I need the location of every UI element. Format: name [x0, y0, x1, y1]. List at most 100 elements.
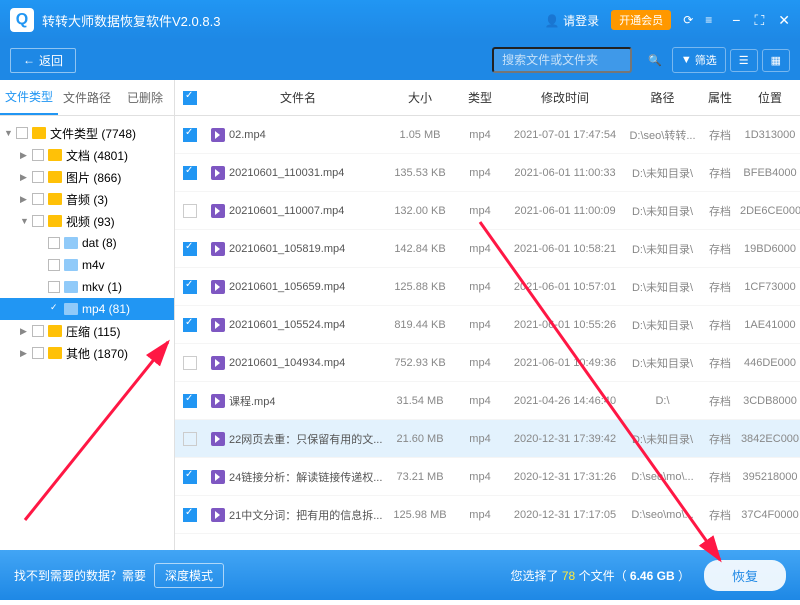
table-row[interactable]: 20210601_105819.mp4 142.84 KB mp4 2021-0… — [175, 230, 800, 268]
selection-summary: 您选择了 78 个文件（ 6.46 GB ） — [511, 567, 690, 584]
col-path[interactable]: 路径 — [625, 89, 700, 106]
tree-checkbox[interactable] — [32, 193, 44, 205]
tree-item[interactable]: ▶ 文档 (4801) — [0, 144, 174, 166]
video-icon — [211, 204, 225, 218]
select-all-checkbox[interactable] — [183, 91, 197, 105]
menu-icon[interactable]: ≡ — [705, 13, 712, 27]
file-pos: BFEB4000 — [740, 167, 800, 179]
tree-checkbox[interactable] — [48, 303, 60, 315]
file-size: 142.84 KB — [385, 243, 455, 255]
table-row[interactable]: 02.mp4 1.05 MB mp4 2021-07-01 17:47:54 D… — [175, 116, 800, 154]
row-checkbox[interactable] — [183, 280, 197, 294]
user-icon[interactable]: 👤 请登录 — [545, 12, 599, 29]
row-checkbox[interactable] — [183, 508, 197, 522]
file-attr: 存档 — [700, 279, 740, 295]
tree-item[interactable]: ▶ 音频 (3) — [0, 188, 174, 210]
tree-checkbox[interactable] — [48, 237, 60, 249]
file-size: 135.53 KB — [385, 167, 455, 179]
row-checkbox[interactable] — [183, 432, 197, 446]
col-date[interactable]: 修改时间 — [505, 89, 625, 106]
file-path: D:\seo\mo\... — [625, 509, 700, 521]
file-name: 20210601_105819.mp4 — [229, 243, 345, 255]
tree-item[interactable]: ▼ 视频 (93) — [0, 210, 174, 232]
file-pos: 1AE41000 — [740, 319, 800, 331]
row-checkbox[interactable] — [183, 242, 197, 256]
file-path: D:\未知目录\ — [625, 165, 700, 181]
col-pos[interactable]: 位置 — [740, 89, 800, 106]
row-checkbox[interactable] — [183, 470, 197, 484]
deep-mode-button[interactable]: 深度模式 — [154, 563, 224, 588]
file-size: 73.21 MB — [385, 471, 455, 483]
video-icon — [211, 280, 225, 294]
file-path: D:\ — [625, 395, 700, 407]
maximize-icon[interactable]: ⛶ — [754, 12, 764, 29]
back-button[interactable]: ← 返回 — [10, 48, 76, 73]
tree-checkbox[interactable] — [48, 281, 60, 293]
table-row[interactable]: 课程.mp4 31.54 MB mp4 2021-04-26 14:46:40 … — [175, 382, 800, 420]
table-row[interactable]: 20210601_105659.mp4 125.88 KB mp4 2021-0… — [175, 268, 800, 306]
tree-item[interactable]: ▼ 文件类型 (7748) — [0, 122, 174, 144]
row-checkbox[interactable] — [183, 204, 197, 218]
file-pos: 2DE6CE000 — [740, 205, 800, 217]
view-grid-icon[interactable]: ▦ — [762, 49, 790, 72]
search-icon[interactable]: 🔍 — [642, 50, 668, 71]
tree-checkbox[interactable] — [32, 347, 44, 359]
file-pos: 3842EC000 — [740, 433, 800, 445]
tree-item[interactable]: mkv (1) — [0, 276, 174, 298]
row-checkbox[interactable] — [183, 356, 197, 370]
file-pos: 446DE000 — [740, 357, 800, 369]
table-row[interactable]: 22网页去重：只保留有用的文... 21.60 MB mp4 2020-12-3… — [175, 420, 800, 458]
refresh-icon[interactable]: ⟳ — [683, 13, 693, 27]
filter-button[interactable]: ▼ 筛选 — [672, 47, 726, 73]
table-row[interactable]: 21中文分词：把有用的信息拆... 125.98 MB mp4 2020-12-… — [175, 496, 800, 534]
tree-checkbox[interactable] — [16, 127, 28, 139]
recover-button[interactable]: 恢复 — [704, 560, 786, 591]
tree-item[interactable]: m4v — [0, 254, 174, 276]
view-list-icon[interactable]: ☰ — [730, 49, 758, 72]
tab-deleted[interactable]: 已删除 — [116, 80, 174, 115]
file-tree: ▼ 文件类型 (7748)▶ 文档 (4801)▶ 图片 (866)▶ 音频 (… — [0, 116, 174, 550]
tree-checkbox[interactable] — [32, 325, 44, 337]
table-row[interactable]: 20210601_104934.mp4 752.93 KB mp4 2021-0… — [175, 344, 800, 382]
tab-file-type[interactable]: 文件类型 — [0, 80, 58, 115]
file-name: 22网页去重：只保留有用的文... — [229, 431, 382, 447]
tree-label: m4v — [82, 258, 105, 272]
file-type: mp4 — [455, 129, 505, 141]
table-row[interactable]: 20210601_105524.mp4 819.44 KB mp4 2021-0… — [175, 306, 800, 344]
file-size: 819.44 KB — [385, 319, 455, 331]
file-list: 文件名 大小 类型 修改时间 路径 属性 位置 02.mp4 1.05 MB m… — [175, 80, 800, 550]
tree-item[interactable]: dat (8) — [0, 232, 174, 254]
col-type[interactable]: 类型 — [455, 89, 505, 106]
statusbar: 找不到需要的数据？需要 深度模式 您选择了 78 个文件（ 6.46 GB ） … — [0, 550, 800, 600]
video-icon — [211, 508, 225, 522]
vip-button[interactable]: 开通会员 — [611, 10, 671, 30]
row-checkbox[interactable] — [183, 318, 197, 332]
file-attr: 存档 — [700, 355, 740, 371]
col-name[interactable]: 文件名 — [205, 89, 385, 106]
tree-checkbox[interactable] — [32, 215, 44, 227]
file-type: mp4 — [455, 471, 505, 483]
tree-checkbox[interactable] — [48, 259, 60, 271]
tab-file-path[interactable]: 文件路径 — [58, 80, 116, 115]
table-row[interactable]: 20210601_110031.mp4 135.53 KB mp4 2021-0… — [175, 154, 800, 192]
col-attr[interactable]: 属性 — [700, 89, 740, 106]
tree-item[interactable]: ▶ 图片 (866) — [0, 166, 174, 188]
tree-item[interactable]: ▶ 压缩 (115) — [0, 320, 174, 342]
tree-item[interactable]: ▶ 其他 (1870) — [0, 342, 174, 364]
search-input[interactable] — [492, 47, 632, 73]
close-icon[interactable]: ✕ — [778, 12, 790, 29]
col-size[interactable]: 大小 — [385, 89, 455, 106]
tree-checkbox[interactable] — [32, 149, 44, 161]
row-checkbox[interactable] — [183, 128, 197, 142]
tree-checkbox[interactable] — [32, 171, 44, 183]
video-icon — [211, 394, 225, 408]
tree-item[interactable]: mp4 (81) — [0, 298, 174, 320]
file-type: mp4 — [455, 167, 505, 179]
table-header: 文件名 大小 类型 修改时间 路径 属性 位置 — [175, 80, 800, 116]
table-row[interactable]: 20210601_110007.mp4 132.00 KB mp4 2021-0… — [175, 192, 800, 230]
row-checkbox[interactable] — [183, 166, 197, 180]
row-checkbox[interactable] — [183, 394, 197, 408]
table-row[interactable]: 24链接分析：解读链接传递权... 73.21 MB mp4 2020-12-3… — [175, 458, 800, 496]
file-size: 132.00 KB — [385, 205, 455, 217]
minimize-icon[interactable]: − — [732, 12, 740, 29]
